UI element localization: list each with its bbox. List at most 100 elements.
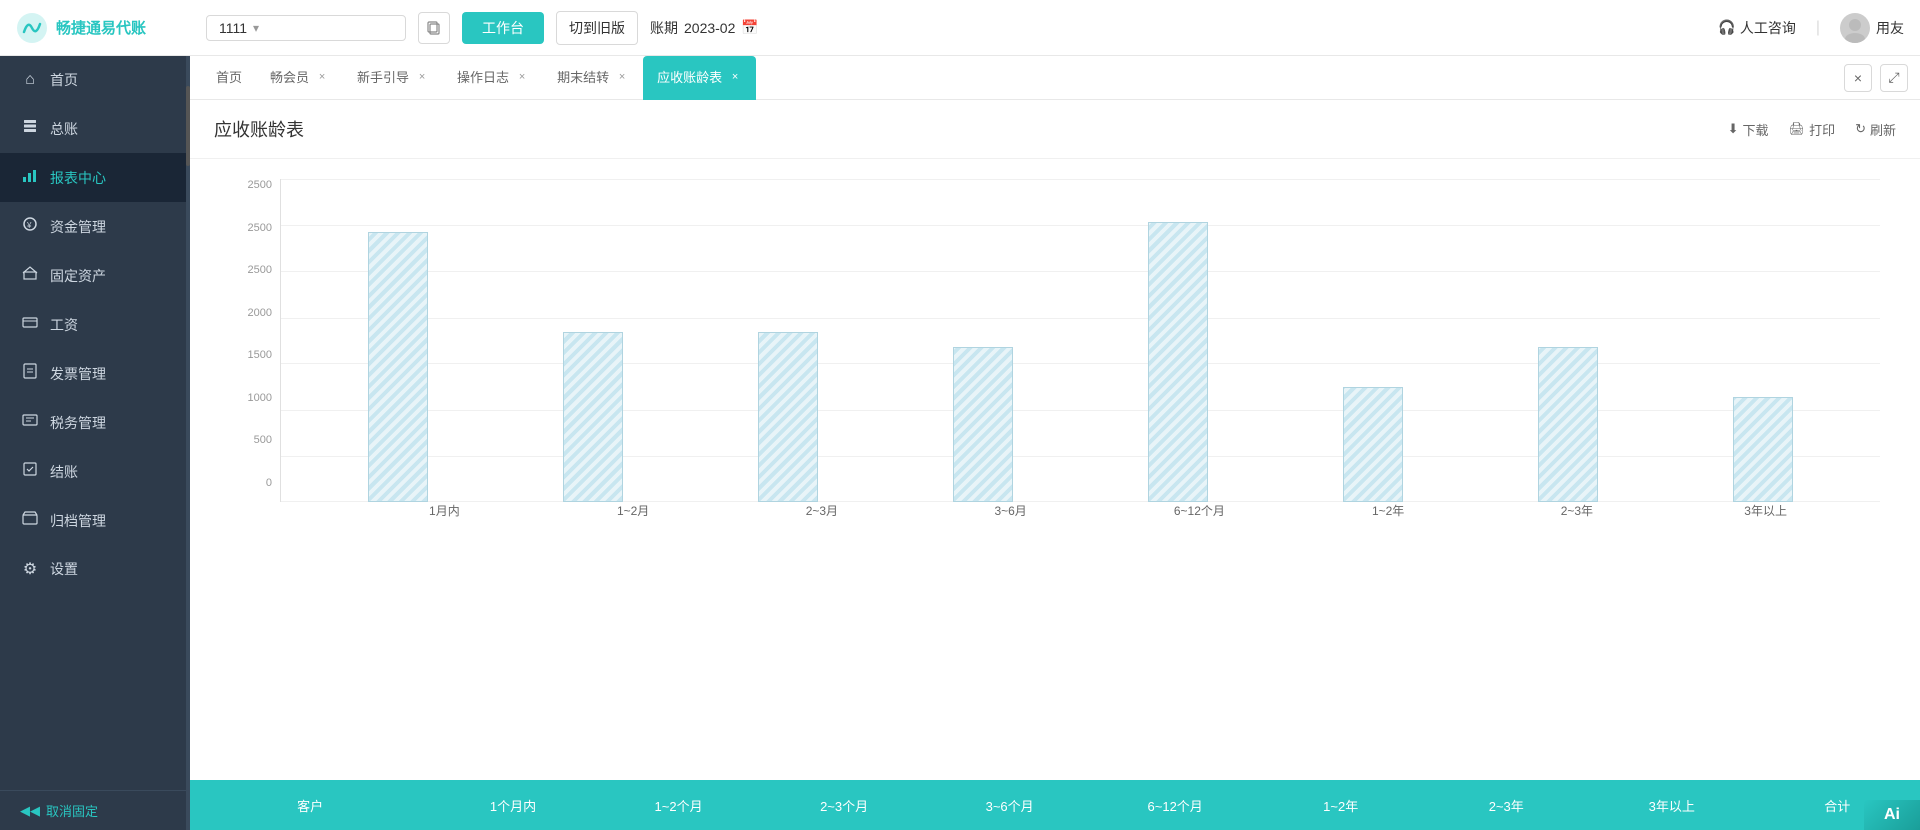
- expand-tab-button[interactable]: ⤢: [1880, 64, 1908, 92]
- scrollbar-thumb: [186, 86, 190, 166]
- sidebar-item-assets[interactable]: 固定资产: [0, 251, 190, 300]
- switch-version-button[interactable]: 切到旧版: [556, 11, 638, 45]
- reports-icon: [20, 167, 40, 188]
- tab-home[interactable]: 首页: [202, 56, 256, 100]
- th-1-2month: 1~2个月: [596, 796, 762, 815]
- print-button[interactable]: 🖨 打印: [1789, 120, 1836, 139]
- tab-label: 应收账龄表: [657, 67, 722, 86]
- bar: [1538, 347, 1598, 502]
- close-tab-button[interactable]: ×: [1844, 64, 1872, 92]
- support-button[interactable]: 🎧 人工咨询: [1718, 18, 1795, 38]
- refresh-button[interactable]: ↻ 刷新: [1855, 120, 1896, 139]
- workbench-button[interactable]: 工作台: [462, 12, 544, 44]
- svg-text:¥: ¥: [26, 221, 32, 230]
- collapse-label: 取消固定: [46, 801, 98, 820]
- tab-member[interactable]: 畅会员 ×: [256, 56, 343, 100]
- refresh-label: 刷新: [1870, 120, 1896, 139]
- download-label: 下载: [1743, 120, 1769, 139]
- sidebar-item-label: 税务管理: [50, 413, 106, 433]
- sidebar-item-close[interactable]: 结账: [0, 447, 190, 496]
- sidebar-item-tax[interactable]: 税务管理: [0, 398, 190, 447]
- sidebar-item-invoice[interactable]: 发票管理: [0, 349, 190, 398]
- sidebar-item-label: 总账: [50, 119, 78, 139]
- tab-label: 畅会员: [270, 67, 309, 86]
- sidebar-item-label: 固定资产: [50, 266, 106, 286]
- copy-button[interactable]: [418, 12, 450, 44]
- sidebar-scrollbar: [186, 56, 190, 830]
- x-label: 1~2年: [1348, 502, 1428, 519]
- chevron-down-icon: ▾: [253, 21, 259, 35]
- sidebar-item-settings[interactable]: ⚙ 设置: [0, 545, 190, 593]
- tab-close-icon[interactable]: ×: [728, 70, 742, 84]
- tab-close-icon[interactable]: ×: [515, 70, 529, 84]
- page-title: 应收账龄表: [214, 116, 304, 142]
- avatar: [1840, 13, 1870, 43]
- y-label: 2500: [230, 179, 280, 191]
- sidebar-item-label: 归档管理: [50, 511, 106, 531]
- x-label: 1月内: [404, 502, 484, 519]
- sidebar-item-archive[interactable]: 归档管理: [0, 496, 190, 545]
- bar: [953, 347, 1013, 502]
- headset-icon: 🎧: [1718, 19, 1735, 36]
- period-label: 账期: [650, 18, 678, 38]
- assets-icon: [20, 265, 40, 286]
- x-labels: 1月内 1~2月 2~3月 3~6月 6~12个月 1~2年 2~3年 3年以上: [280, 502, 1880, 519]
- bar: [758, 332, 818, 502]
- calendar-icon[interactable]: 📅: [741, 19, 758, 36]
- tabs-actions: × ⤢: [1844, 64, 1908, 92]
- ai-badge[interactable]: Ai: [1864, 800, 1920, 830]
- y-label: 1500: [230, 349, 280, 361]
- sidebar-item-label: 设置: [50, 559, 78, 579]
- header-right: 🎧 人工咨询 | 用友: [1718, 13, 1904, 43]
- company-selector[interactable]: 1111 ▾: [206, 15, 406, 41]
- tabs-bar: 首页 畅会员 × 新手引导 × 操作日志 × 期末结转 × 应收账龄表 ×: [190, 56, 1920, 100]
- download-icon: ⬇: [1728, 121, 1739, 137]
- chart-wrapper: 2500 2500 2500 2000 1500 1000 500 0: [230, 179, 1880, 519]
- bar: [1343, 387, 1403, 502]
- x-label: 3年以上: [1726, 502, 1806, 519]
- bar-group-6-12month: [1148, 222, 1208, 502]
- header: 畅捷通易代账 1111 ▾ 工作台 切到旧版 账期 2023-02 📅 🎧 人工…: [0, 0, 1920, 56]
- company-name: 1111: [219, 20, 247, 36]
- copy-icon: [426, 20, 442, 36]
- bar-group-1-2month: [563, 332, 623, 502]
- home-icon: ⌂: [20, 71, 40, 89]
- tab-label: 首页: [216, 67, 242, 86]
- bar-group-2-3year: [1538, 347, 1598, 502]
- sidebar-item-label: 资金管理: [50, 217, 106, 237]
- tax-icon: [20, 412, 40, 433]
- user-info[interactable]: 用友: [1840, 13, 1904, 43]
- sidebar-item-payroll[interactable]: 工资: [0, 300, 190, 349]
- sidebar: ⌂ 首页 总账 报表中心 ¥ 资金管理: [0, 56, 190, 830]
- user-name: 用友: [1876, 18, 1904, 38]
- sidebar-item-home[interactable]: ⌂ 首页: [0, 56, 190, 104]
- bars-container: [281, 179, 1880, 502]
- tab-aging[interactable]: 应收账龄表 ×: [643, 56, 756, 100]
- sidebar-item-funds[interactable]: ¥ 资金管理: [0, 202, 190, 251]
- tab-oplog[interactable]: 操作日志 ×: [443, 56, 543, 100]
- collapse-button[interactable]: ◀◀ 取消固定: [0, 790, 190, 830]
- print-icon: 🖨: [1789, 121, 1806, 137]
- tab-closing[interactable]: 期末结转 ×: [543, 56, 643, 100]
- chart-grid: [280, 179, 1880, 502]
- y-label: 2500: [230, 264, 280, 276]
- table-header: 客户 1个月内 1~2个月 2~3个月 3~6个月 6~12个月 1~2年 2~…: [190, 780, 1920, 830]
- settings-icon: ⚙: [20, 559, 40, 579]
- download-button[interactable]: ⬇ 下载: [1728, 120, 1769, 139]
- y-label: 500: [230, 434, 280, 446]
- y-label: 0: [230, 477, 280, 489]
- th-customer: 客户: [190, 796, 430, 815]
- archive-icon: [20, 510, 40, 531]
- tab-close-icon[interactable]: ×: [615, 70, 629, 84]
- sidebar-item-label: 工资: [50, 315, 78, 335]
- bar: [368, 232, 428, 502]
- sidebar-item-ledger[interactable]: 总账: [0, 104, 190, 153]
- y-label: 2500: [230, 222, 280, 234]
- period-info: 账期 2023-02 📅: [650, 18, 759, 38]
- tab-close-icon[interactable]: ×: [315, 70, 329, 84]
- sidebar-item-reports[interactable]: 报表中心: [0, 153, 190, 202]
- tab-guide[interactable]: 新手引导 ×: [343, 56, 443, 100]
- th-2-3year: 2~3年: [1423, 796, 1589, 815]
- funds-icon: ¥: [20, 216, 40, 237]
- tab-close-icon[interactable]: ×: [415, 70, 429, 84]
